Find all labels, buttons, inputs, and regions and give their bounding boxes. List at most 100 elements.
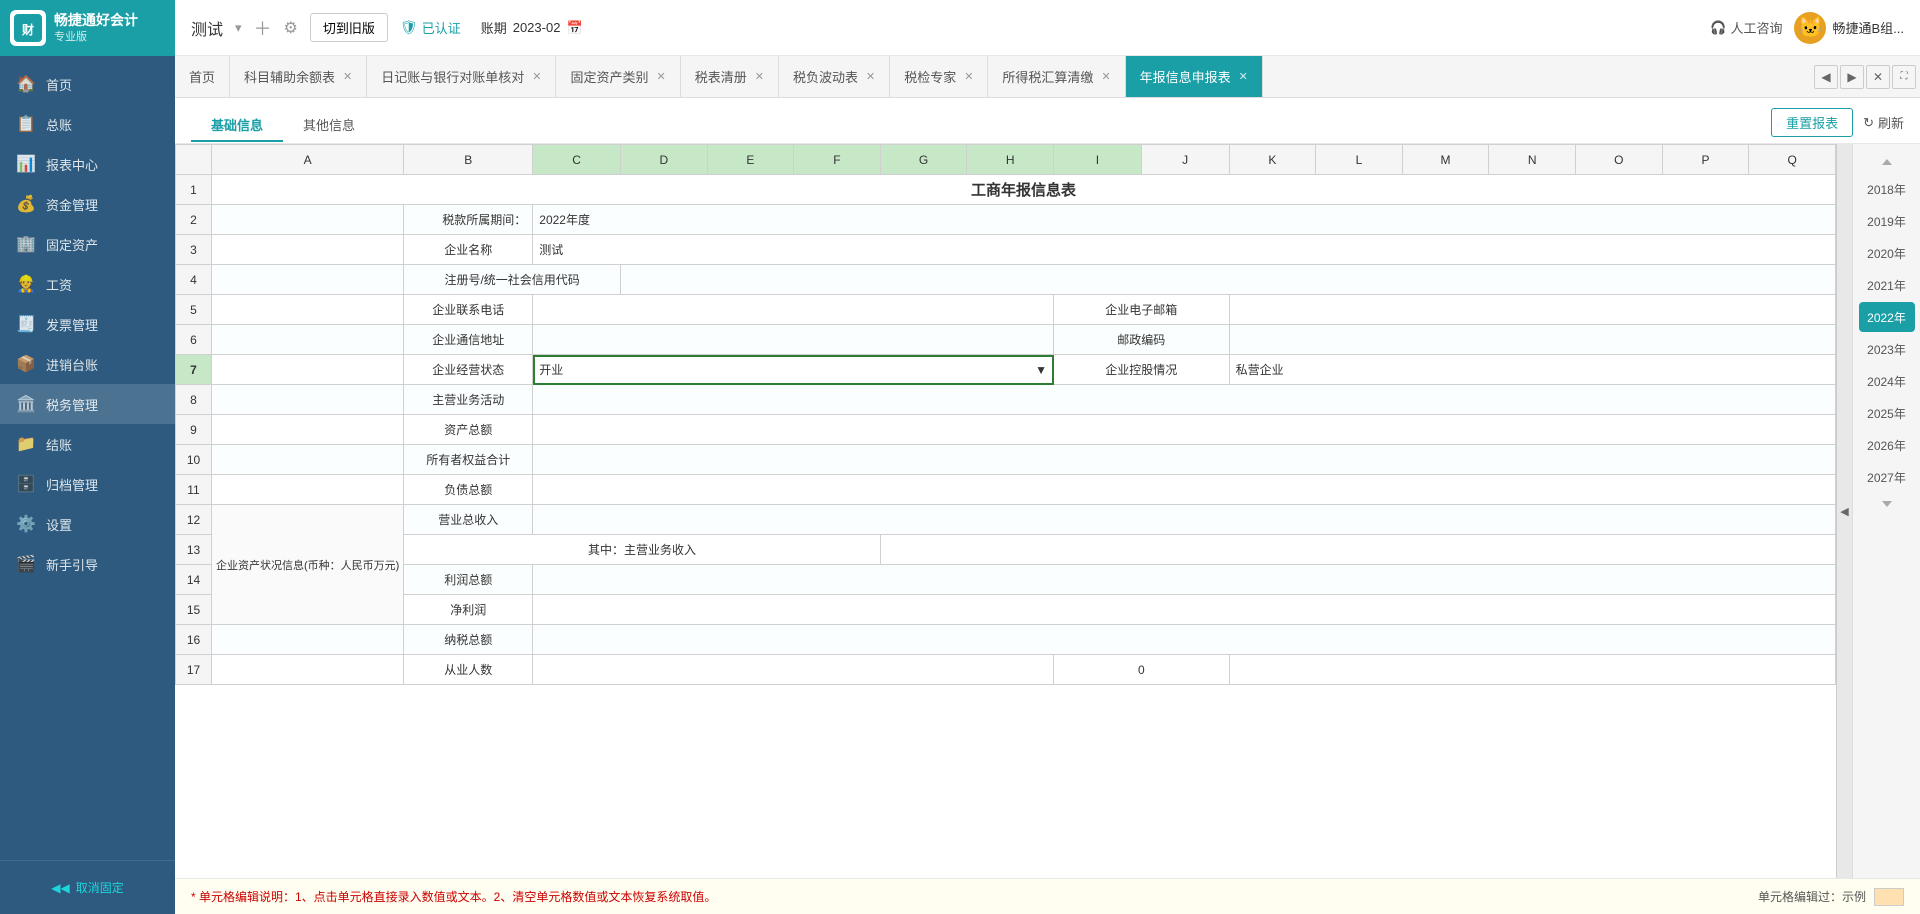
tab-journal-close[interactable]: ✕ xyxy=(532,70,541,83)
right-panel-collapse-btn[interactable]: ◀ xyxy=(1836,144,1852,878)
switch-version-button[interactable]: 切到旧版 xyxy=(310,13,388,42)
r13-value[interactable] xyxy=(880,535,1835,565)
r17-count-value[interactable]: 0 xyxy=(1054,655,1230,685)
closing-icon: 📁 xyxy=(16,434,36,454)
tab-tax-schedule[interactable]: 税表清册 ✕ xyxy=(681,56,779,97)
tab-close-all-button[interactable]: ✕ xyxy=(1866,65,1890,89)
reset-button[interactable]: 重置报表 xyxy=(1771,108,1853,137)
r15-value[interactable] xyxy=(533,595,1836,625)
tab-annual-report[interactable]: 年报信息申报表 ✕ xyxy=(1126,56,1263,97)
tab-home[interactable]: 首页 xyxy=(175,56,230,97)
subtab-other[interactable]: 其他信息 xyxy=(283,109,375,142)
sidebar-item-assets[interactable]: 🏢 固定资产 xyxy=(0,224,175,264)
r3c3-value[interactable]: 测试 xyxy=(533,235,1836,265)
year-2020[interactable]: 2020年 xyxy=(1859,238,1915,268)
r11-value[interactable] xyxy=(533,475,1836,505)
tab-expand-button[interactable]: ⛶ xyxy=(1892,65,1916,89)
dropdown-arrow-icon[interactable]: ▼ xyxy=(1035,363,1047,377)
tab-fixed-asset[interactable]: 固定资产类别 ✕ xyxy=(556,56,680,97)
user-avatar[interactable]: 🐱 xyxy=(1794,12,1826,44)
sidebar-item-settings[interactable]: ⚙️ 设置 xyxy=(0,504,175,544)
tab-subject[interactable]: 科目辅助余额表 ✕ xyxy=(230,56,367,97)
user-area: 🐱 畅捷通B组... xyxy=(1794,12,1904,44)
sidebar-item-funds[interactable]: 💰 资金管理 xyxy=(0,184,175,224)
tab-tax-expert[interactable]: 税检专家 ✕ xyxy=(890,56,988,97)
sidebar-item-inventory[interactable]: 📦 进销台账 xyxy=(0,344,175,384)
tab-journal[interactable]: 日记账与银行对账单核对 ✕ xyxy=(367,56,556,97)
year-up-button[interactable] xyxy=(1871,152,1903,172)
tab-tax-schedule-close[interactable]: ✕ xyxy=(755,70,764,83)
r2c2-label: 税款所属期间： xyxy=(404,205,533,235)
r17c3-value[interactable] xyxy=(533,655,1054,685)
r3c1 xyxy=(212,235,404,265)
year-2021[interactable]: 2021年 xyxy=(1859,270,1915,300)
sidebar-item-archive[interactable]: 🗄️ 归档管理 xyxy=(0,464,175,504)
sidebar-item-invoice[interactable]: 🧾 发票管理 xyxy=(0,304,175,344)
period-value: 2023-02 xyxy=(513,20,561,35)
spreadsheet-scroll[interactable]: A B C D E F G H I J xyxy=(175,144,1836,878)
tab-tax-expert-close[interactable]: ✕ xyxy=(964,70,973,83)
sidebar-item-salary[interactable]: 👷 工资 xyxy=(0,264,175,304)
col-c: C xyxy=(533,145,621,175)
r9-value[interactable] xyxy=(533,415,1836,445)
r5-phone-value[interactable] xyxy=(533,295,1054,325)
topbar-settings-icon[interactable]: ⚙ xyxy=(284,18,298,38)
year-2023[interactable]: 2023年 xyxy=(1859,334,1915,364)
sidebar-item-tax[interactable]: 🏛️ 税务管理 xyxy=(0,384,175,424)
r4c4-value[interactable] xyxy=(620,265,1835,295)
tab-income-tax[interactable]: 所得税汇算清缴 ✕ xyxy=(988,56,1125,97)
year-down-button[interactable] xyxy=(1871,494,1903,514)
year-2022[interactable]: 2022年 xyxy=(1859,302,1915,332)
tab-subject-close[interactable]: ✕ xyxy=(343,70,352,83)
subtab-basic[interactable]: 基础信息 xyxy=(191,109,283,142)
calendar-icon[interactable]: 📅 xyxy=(566,20,582,36)
sheet-title-cell[interactable]: 工商年报信息表 xyxy=(212,175,1836,205)
year-2024[interactable]: 2024年 xyxy=(1859,366,1915,396)
r17c2-label: 从业人数 xyxy=(404,655,533,685)
r2c3-value[interactable]: 2022年度 xyxy=(533,205,1836,235)
r17-rest[interactable] xyxy=(1229,655,1835,685)
app-logo: 财 xyxy=(10,10,46,46)
year-2019[interactable]: 2019年 xyxy=(1859,206,1915,236)
sidebar-item-reports[interactable]: 📊 报表中心 xyxy=(0,144,175,184)
pin-button[interactable]: ◀◀ 取消固定 xyxy=(0,869,175,906)
r8-value[interactable] xyxy=(533,385,1836,415)
r6-addr-value[interactable] xyxy=(533,325,1054,355)
status-dropdown[interactable]: 开业 ▼ xyxy=(539,361,1047,378)
sidebar-item-guide[interactable]: 🎬 新手引导 xyxy=(0,544,175,584)
r12-value[interactable] xyxy=(533,505,1836,535)
r7-holding-value[interactable]: 私营企业 xyxy=(1229,355,1835,385)
tab-annual-report-close[interactable]: ✕ xyxy=(1239,70,1248,83)
year-2027[interactable]: 2027年 xyxy=(1859,462,1915,492)
tab-next-button[interactable]: ▶ xyxy=(1840,65,1864,89)
r11c1 xyxy=(212,475,404,505)
r5-email-value[interactable] xyxy=(1229,295,1835,325)
col-e: E xyxy=(707,145,794,175)
service-button[interactable]: 🎧 人工咨询 xyxy=(1710,18,1782,37)
topbar-dropdown-arrow[interactable]: ▾ xyxy=(235,20,242,36)
sidebar-item-home[interactable]: 🏠 首页 xyxy=(0,64,175,104)
tab-tax-wave-close[interactable]: ✕ xyxy=(866,70,875,83)
sidebar-item-closing[interactable]: 📁 结账 xyxy=(0,424,175,464)
year-2026[interactable]: 2026年 xyxy=(1859,430,1915,460)
year-2018[interactable]: 2018年 xyxy=(1859,174,1915,204)
certified-badge: 🛡 已认证 xyxy=(400,18,461,37)
topbar-add-button[interactable]: ＋ xyxy=(254,15,272,41)
r10-value[interactable] xyxy=(533,445,1836,475)
year-2025[interactable]: 2025年 xyxy=(1859,398,1915,428)
row-num-15: 15 xyxy=(176,595,212,625)
r16-value[interactable] xyxy=(533,625,1836,655)
sheet-title-text: 工商年报信息表 xyxy=(971,182,1076,199)
tab-prev-button[interactable]: ◀ xyxy=(1814,65,1838,89)
r14-value[interactable] xyxy=(533,565,1836,595)
refresh-icon: ↻ xyxy=(1863,115,1874,131)
tab-tax-wave[interactable]: 税负波动表 ✕ xyxy=(779,56,890,97)
tab-fixed-asset-close[interactable]: ✕ xyxy=(657,70,666,83)
tab-income-tax-close[interactable]: ✕ xyxy=(1101,70,1110,83)
shield-icon: 🛡 xyxy=(400,19,418,36)
sidebar-item-ledger[interactable]: 📋 总账 xyxy=(0,104,175,144)
refresh-button[interactable]: ↻ 刷新 xyxy=(1863,113,1904,132)
sidebar-label-inventory: 进销台账 xyxy=(46,355,98,374)
r7-status-value[interactable]: 开业 ▼ xyxy=(533,355,1054,385)
r6-zip-value[interactable] xyxy=(1229,325,1835,355)
